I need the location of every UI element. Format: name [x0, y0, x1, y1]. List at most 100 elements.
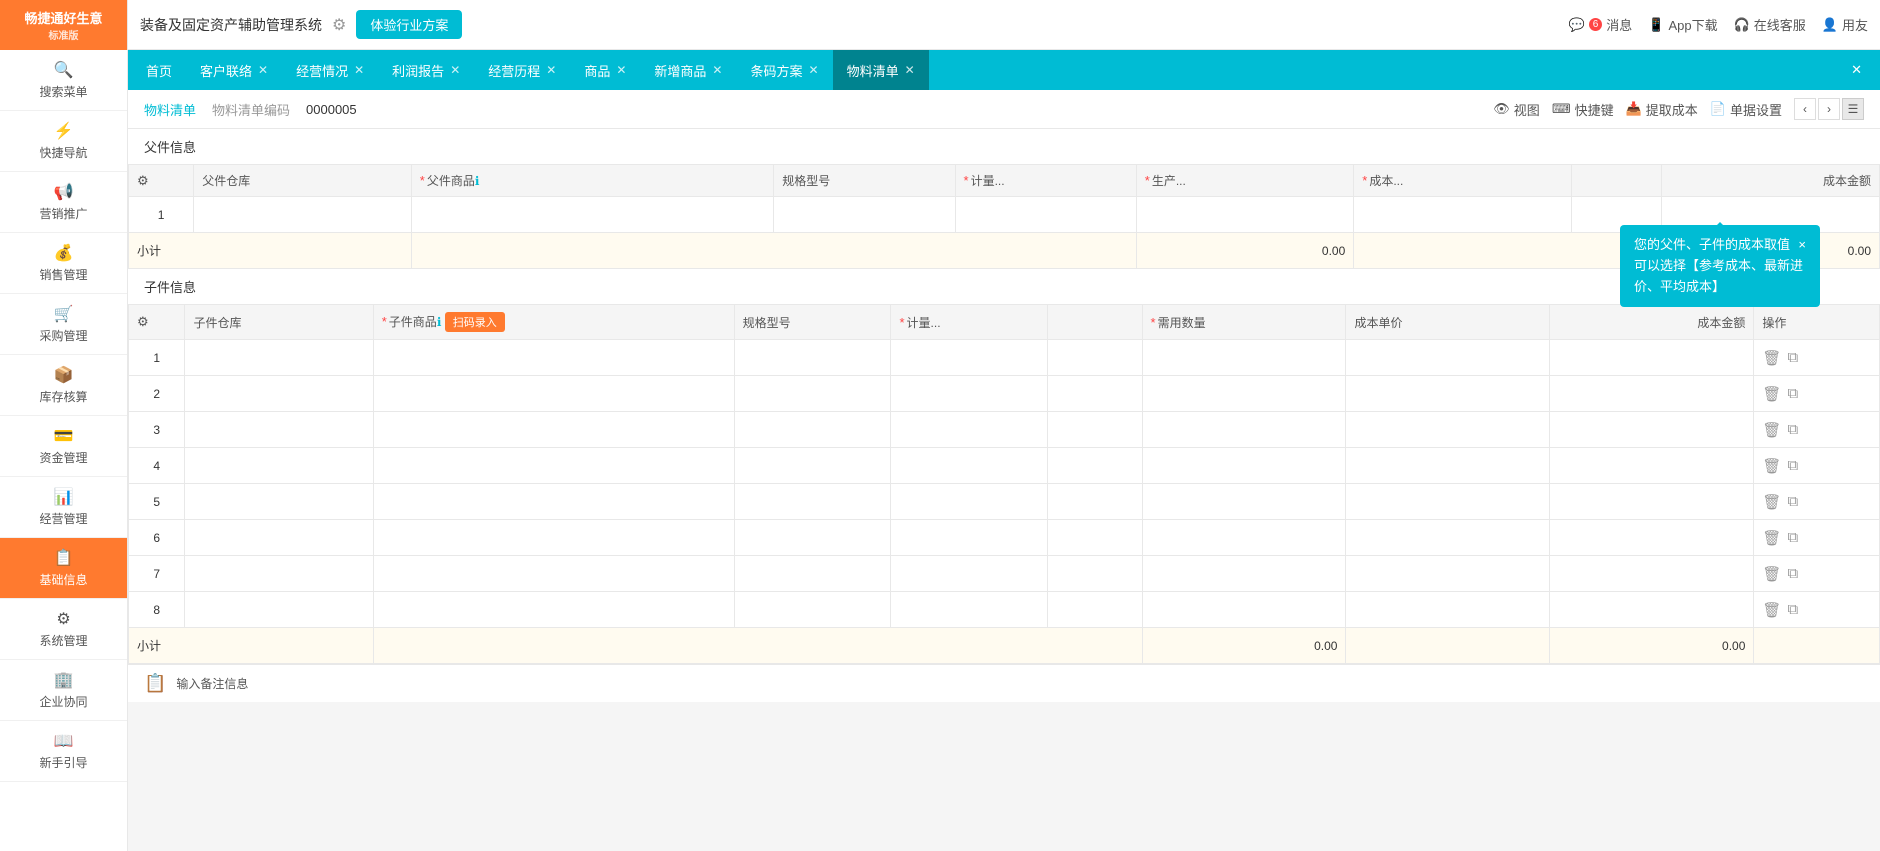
copy-icon-6[interactable]: ⧉ [1787, 529, 1798, 546]
tab-history[interactable]: 经营历程 ✕ [474, 50, 570, 90]
copy-icon-3[interactable]: ⧉ [1787, 421, 1798, 438]
tab-history-close[interactable]: ✕ [546, 63, 556, 77]
sidebar-item-inventory[interactable]: 📦 库存核算 [0, 355, 127, 416]
parent-cell-product-1[interactable] [411, 197, 774, 233]
child-cell-unit-cost-5[interactable] [1346, 484, 1550, 520]
sidebar-item-marketing[interactable]: 📢 营销推广 [0, 172, 127, 233]
copy-icon-5[interactable]: ⧉ [1787, 493, 1798, 510]
user-item[interactable]: 👤 用友 [1822, 15, 1868, 34]
tab-close-all[interactable]: ✕ [1837, 50, 1876, 90]
sidebar-item-purchase[interactable]: 🛒 采购管理 [0, 294, 127, 355]
th-gear-child[interactable]: ⚙ [129, 305, 185, 340]
tab-new-product[interactable]: 新增商品 ✕ [640, 50, 736, 90]
child-cell-qty-8[interactable] [891, 592, 1048, 628]
tooltip-close-btn[interactable]: × [1798, 235, 1806, 256]
th-gear-parent[interactable]: ⚙ [129, 165, 194, 197]
service-item[interactable]: 🎧 在线客服 [1734, 15, 1806, 34]
tab-business-close[interactable]: ✕ [354, 63, 364, 77]
parent-cell-spec-1[interactable] [774, 197, 955, 233]
parent-cell-qty-1[interactable] [955, 197, 1136, 233]
sidebar-item-finance[interactable]: 💳 资金管理 [0, 416, 127, 477]
child-cell-warehouse-8[interactable] [185, 592, 373, 628]
tab-home[interactable]: 首页 [132, 50, 186, 90]
sidebar-item-quicknav[interactable]: ⚡ 快捷导航 [0, 111, 127, 172]
child-cell-product-8[interactable] [373, 592, 734, 628]
child-cell-qty-5[interactable] [891, 484, 1048, 520]
parent-cell-cost-1[interactable] [1354, 197, 1572, 233]
delete-icon-6[interactable]: 🗑 [1762, 529, 1781, 547]
child-cell-product-1[interactable] [373, 340, 734, 376]
app-download-item[interactable]: 📱 App下载 [1648, 15, 1717, 34]
child-cell-unit-cost-6[interactable] [1346, 520, 1550, 556]
child-cell-need-qty-1[interactable] [1142, 340, 1346, 376]
child-cell-qty-7[interactable] [891, 556, 1048, 592]
child-cell-spec-3[interactable] [734, 412, 891, 448]
sidebar-item-operation[interactable]: 📊 经营管理 [0, 477, 127, 538]
child-cell-warehouse-3[interactable] [185, 412, 373, 448]
delete-icon-5[interactable]: 🗑 [1762, 493, 1781, 511]
child-cell-unit-cost-1[interactable] [1346, 340, 1550, 376]
child-cell-product-3[interactable] [373, 412, 734, 448]
tab-barcode-close[interactable]: ✕ [809, 63, 819, 77]
extract-cost-item[interactable]: 📥 提取成本 [1626, 100, 1698, 119]
tab-new-product-close[interactable]: ✕ [712, 63, 722, 77]
child-cell-unit-cost-4[interactable] [1346, 448, 1550, 484]
child-cell-need-qty-7[interactable] [1142, 556, 1346, 592]
sidebar-item-search[interactable]: 🔍 搜索菜单 [0, 50, 127, 111]
next-btn[interactable]: › [1818, 98, 1840, 120]
shortcut-item[interactable]: ⌨ 快捷键 [1552, 100, 1614, 119]
delete-icon-3[interactable]: 🗑 [1762, 421, 1781, 439]
tab-customer-close[interactable]: ✕ [258, 63, 268, 77]
tab-bom-close[interactable]: ✕ [905, 63, 915, 77]
child-cell-qty-2[interactable] [891, 376, 1048, 412]
child-cell-product-5[interactable] [373, 484, 734, 520]
child-cell-spec-1[interactable] [734, 340, 891, 376]
tab-bom[interactable]: 物料清单 ✕ [833, 50, 929, 90]
prev-btn[interactable]: ‹ [1794, 98, 1816, 120]
child-cell-spec-2[interactable] [734, 376, 891, 412]
child-cell-qty-6[interactable] [891, 520, 1048, 556]
child-cell-warehouse-2[interactable] [185, 376, 373, 412]
child-cell-product-6[interactable] [373, 520, 734, 556]
view-item[interactable]: 👁 视图 [1493, 100, 1540, 119]
delete-icon-4[interactable]: 🗑 [1762, 457, 1781, 475]
tab-customer[interactable]: 客户联络 ✕ [186, 50, 282, 90]
child-cell-spec-4[interactable] [734, 448, 891, 484]
child-cell-qty-4[interactable] [891, 448, 1048, 484]
sidebar-item-basic[interactable]: 📋 基础信息 [0, 538, 127, 599]
child-cell-warehouse-7[interactable] [185, 556, 373, 592]
sidebar-item-corp[interactable]: 🏢 企业协同 [0, 660, 127, 721]
tab-profit[interactable]: 利润报告 ✕ [378, 50, 474, 90]
gear-icon[interactable]: ⚙ [332, 15, 346, 35]
child-cell-need-qty-2[interactable] [1142, 376, 1346, 412]
scan-btn[interactable]: 扫码录入 [445, 312, 505, 332]
sidebar-item-guide[interactable]: 📖 新手引导 [0, 721, 127, 782]
message-item[interactable]: 💬 6 消息 [1569, 15, 1633, 34]
child-cell-need-qty-8[interactable] [1142, 592, 1346, 628]
copy-icon-2[interactable]: ⧉ [1787, 385, 1798, 402]
parent-cell-warehouse-1[interactable] [194, 197, 412, 233]
list-btn[interactable]: ☰ [1842, 98, 1864, 120]
tab-product-close[interactable]: ✕ [616, 63, 626, 77]
copy-icon-4[interactable]: ⧉ [1787, 457, 1798, 474]
child-cell-need-qty-5[interactable] [1142, 484, 1346, 520]
child-cell-unit-cost-8[interactable] [1346, 592, 1550, 628]
child-cell-product-7[interactable] [373, 556, 734, 592]
child-cell-unit-cost-3[interactable] [1346, 412, 1550, 448]
sidebar-item-system[interactable]: ⚙ 系统管理 [0, 599, 127, 660]
parent-cell-produce-1[interactable] [1136, 197, 1354, 233]
doc-settings-item[interactable]: 📄 单据设置 [1710, 100, 1782, 119]
child-cell-warehouse-5[interactable] [185, 484, 373, 520]
child-cell-warehouse-4[interactable] [185, 448, 373, 484]
tab-profit-close[interactable]: ✕ [450, 63, 460, 77]
tab-barcode[interactable]: 条码方案 ✕ [736, 50, 832, 90]
trial-button[interactable]: 体验行业方案 [356, 10, 462, 39]
sidebar-item-sales[interactable]: 💰 销售管理 [0, 233, 127, 294]
breadcrumb-link[interactable]: 物料清单 [144, 100, 196, 119]
copy-icon-8[interactable]: ⧉ [1787, 601, 1798, 618]
delete-icon-8[interactable]: 🗑 [1762, 601, 1781, 619]
child-cell-need-qty-6[interactable] [1142, 520, 1346, 556]
delete-icon-7[interactable]: 🗑 [1762, 565, 1781, 583]
child-cell-qty-3[interactable] [891, 412, 1048, 448]
child-cell-need-qty-4[interactable] [1142, 448, 1346, 484]
